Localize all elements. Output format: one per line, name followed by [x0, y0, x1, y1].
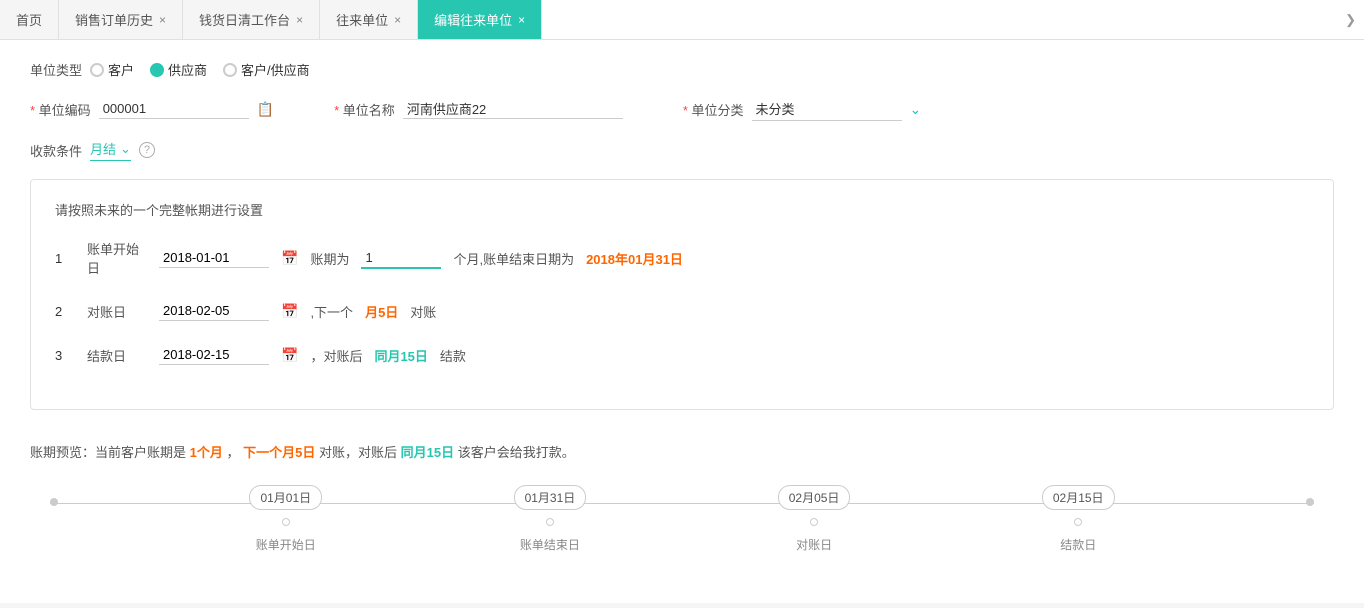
main-content: 单位类型 客户 供应商 客户/供应商 单位编码 📋	[0, 40, 1364, 603]
period-end-date: 2018年01月31日	[586, 249, 683, 268]
period-unit: 个月,账单结束日期为	[453, 249, 574, 268]
unit-category-group: 单位分类 未分类 ⌄	[683, 97, 921, 121]
tab-sales-history[interactable]: 销售订单历史 ×	[59, 0, 183, 39]
row-num-3: 3	[55, 348, 75, 363]
timeline-point-4: 02月15日 结款日	[1042, 485, 1115, 553]
timeline-dot-4	[1074, 518, 1082, 526]
timeline-dot-3	[810, 518, 818, 526]
preview-sep2: 对账，对账后	[319, 445, 397, 460]
timeline-left-cap	[50, 498, 58, 506]
reconcile-desc-post: 对账	[410, 302, 436, 321]
settlement-desc-post: 结款	[440, 346, 466, 365]
tab-home[interactable]: 首页	[0, 0, 59, 39]
timeline-dot-1	[282, 518, 290, 526]
settlement-date-input[interactable]	[159, 345, 269, 365]
tab-edit-partner[interactable]: 编辑往来单位 ×	[418, 0, 542, 39]
timeline-dot-2	[546, 518, 554, 526]
tab-cash-workbench[interactable]: 钱货日清工作台 ×	[183, 0, 320, 39]
preview-part2: 下一个月5日	[243, 445, 315, 460]
unit-type-radio-group: 客户 供应商 客户/供应商	[90, 60, 310, 79]
radio-customer-supplier[interactable]: 客户/供应商	[223, 60, 310, 79]
timeline: 01月01日 账单开始日 01月31日 账单结束日 02月05日 对账日	[30, 485, 1334, 583]
period-input[interactable]	[361, 248, 441, 269]
unit-name-group: 单位名称	[334, 99, 623, 119]
reconcile-highlight: 月5日	[365, 302, 398, 321]
settlement-date-calendar[interactable]: 📅	[281, 347, 298, 364]
unit-type-label: 单位类型	[30, 60, 82, 79]
row-num-1: 1	[55, 251, 75, 266]
payment-condition-group: 收款条件 月结 ⌄ ?	[30, 139, 155, 161]
period-label: 账期为	[310, 249, 349, 268]
radio-customer[interactable]: 客户	[90, 60, 134, 79]
preview-part1: 1个月	[190, 445, 223, 460]
preview-sep1: ，	[227, 445, 240, 460]
unit-code-label: 单位编码	[30, 100, 91, 119]
reconcile-desc-pre: ,下一个	[310, 302, 353, 321]
settlement-desc-pre: ，对账后	[310, 346, 362, 365]
setting-row-1: 1 账单开始日 📅 账期为 个月,账单结束日期为 2018年01月31日	[55, 239, 1309, 277]
preview-text: 账期预览：当前客户账期是 1个月 ， 下一个月5日 对账，对账后 同月15日 该…	[30, 442, 1334, 461]
unit-type-group: 单位类型 客户 供应商 客户/供应商	[30, 60, 310, 79]
timeline-points: 01月01日 账单开始日 01月31日 账单结束日 02月05日 对账日	[50, 485, 1314, 553]
reconcile-date-calendar[interactable]: 📅	[281, 303, 298, 320]
close-tab-partner-unit[interactable]: ×	[394, 13, 401, 27]
row-label-2: 对账日	[87, 302, 147, 321]
unit-category-label: 单位分类	[683, 100, 744, 119]
payment-condition-label: 收款条件	[30, 141, 82, 160]
unit-code-group: 单位编码 📋	[30, 99, 274, 119]
preview-suffix: 该客户会给我打款。	[458, 445, 575, 460]
unit-name-input[interactable]	[403, 99, 623, 119]
radio-customer-circle	[90, 63, 104, 77]
help-icon[interactable]: ?	[139, 142, 155, 158]
unit-type-row: 单位类型 客户 供应商 客户/供应商	[30, 60, 1334, 79]
settlement-highlight: 同月15日	[374, 346, 427, 365]
close-tab-sales-history[interactable]: ×	[159, 13, 166, 27]
payment-condition-dropdown[interactable]: 月结 ⌄	[90, 139, 131, 161]
tab-scroll-right[interactable]: ❯	[1337, 0, 1364, 39]
start-date-input[interactable]	[159, 248, 269, 268]
timeline-left-dot	[50, 498, 58, 506]
timeline-badge-2: 01月31日	[514, 485, 587, 510]
unit-category-dropdown-icon[interactable]: ⌄	[910, 101, 922, 118]
radio-supplier[interactable]: 供应商	[150, 60, 207, 79]
row-label-1: 账单开始日	[87, 239, 147, 277]
timeline-point-1: 01月01日 账单开始日	[249, 485, 322, 553]
timeline-right-dot	[1306, 498, 1314, 506]
preview-part3: 同月15日	[401, 445, 454, 460]
unit-category-value: 未分类	[752, 97, 902, 121]
timeline-badge-4: 02月15日	[1042, 485, 1115, 510]
start-date-calendar[interactable]: 📅	[281, 250, 298, 267]
close-tab-edit-partner[interactable]: ×	[518, 13, 525, 27]
unit-name-label: 单位名称	[334, 100, 395, 119]
timeline-label-4: 结款日	[1060, 536, 1096, 553]
setting-row-3: 3 结款日 📅 ，对账后 同月15日 结款	[55, 345, 1309, 365]
timeline-right-cap	[1306, 498, 1314, 506]
setting-row-2: 2 对账日 📅 ,下一个 月5日 对账	[55, 301, 1309, 321]
timeline-point-3: 02月05日 对账日	[778, 485, 851, 553]
timeline-label-2: 账单结束日	[520, 536, 580, 553]
row-label-3: 结款日	[87, 346, 147, 365]
timeline-label-1: 账单开始日	[256, 536, 316, 553]
radio-supplier-circle	[150, 63, 164, 77]
settings-title: 请按照未来的一个完整帐期进行设置	[55, 200, 1309, 219]
unit-info-row: 单位编码 📋 单位名称 单位分类 未分类 ⌄	[30, 97, 1334, 121]
row-num-2: 2	[55, 304, 75, 319]
timeline-badge-3: 02月05日	[778, 485, 851, 510]
tab-partner-unit[interactable]: 往来单位 ×	[320, 0, 418, 39]
settings-box: 请按照未来的一个完整帐期进行设置 1 账单开始日 📅 账期为 个月,账单结束日期…	[30, 179, 1334, 410]
timeline-badge-1: 01月01日	[249, 485, 322, 510]
payment-condition-dropdown-chevron: ⌄	[120, 141, 131, 157]
radio-customer-supplier-circle	[223, 63, 237, 77]
unit-code-icon[interactable]: 📋	[257, 101, 274, 118]
preview-label: 账期预览：当前客户账期是	[30, 445, 186, 460]
timeline-label-3: 对账日	[796, 536, 832, 553]
payment-condition-value: 月结	[90, 139, 116, 158]
tab-bar: 首页 销售订单历史 × 钱货日清工作台 × 往来单位 × 编辑往来单位 × ❯	[0, 0, 1364, 40]
unit-code-input[interactable]	[99, 99, 249, 119]
close-tab-cash-workbench[interactable]: ×	[296, 13, 303, 27]
preview-section: 账期预览：当前客户账期是 1个月 ， 下一个月5日 对账，对账后 同月15日 该…	[30, 426, 1334, 583]
reconcile-date-input[interactable]	[159, 301, 269, 321]
payment-condition-row: 收款条件 月结 ⌄ ?	[30, 139, 1334, 161]
timeline-point-2: 01月31日 账单结束日	[514, 485, 587, 553]
